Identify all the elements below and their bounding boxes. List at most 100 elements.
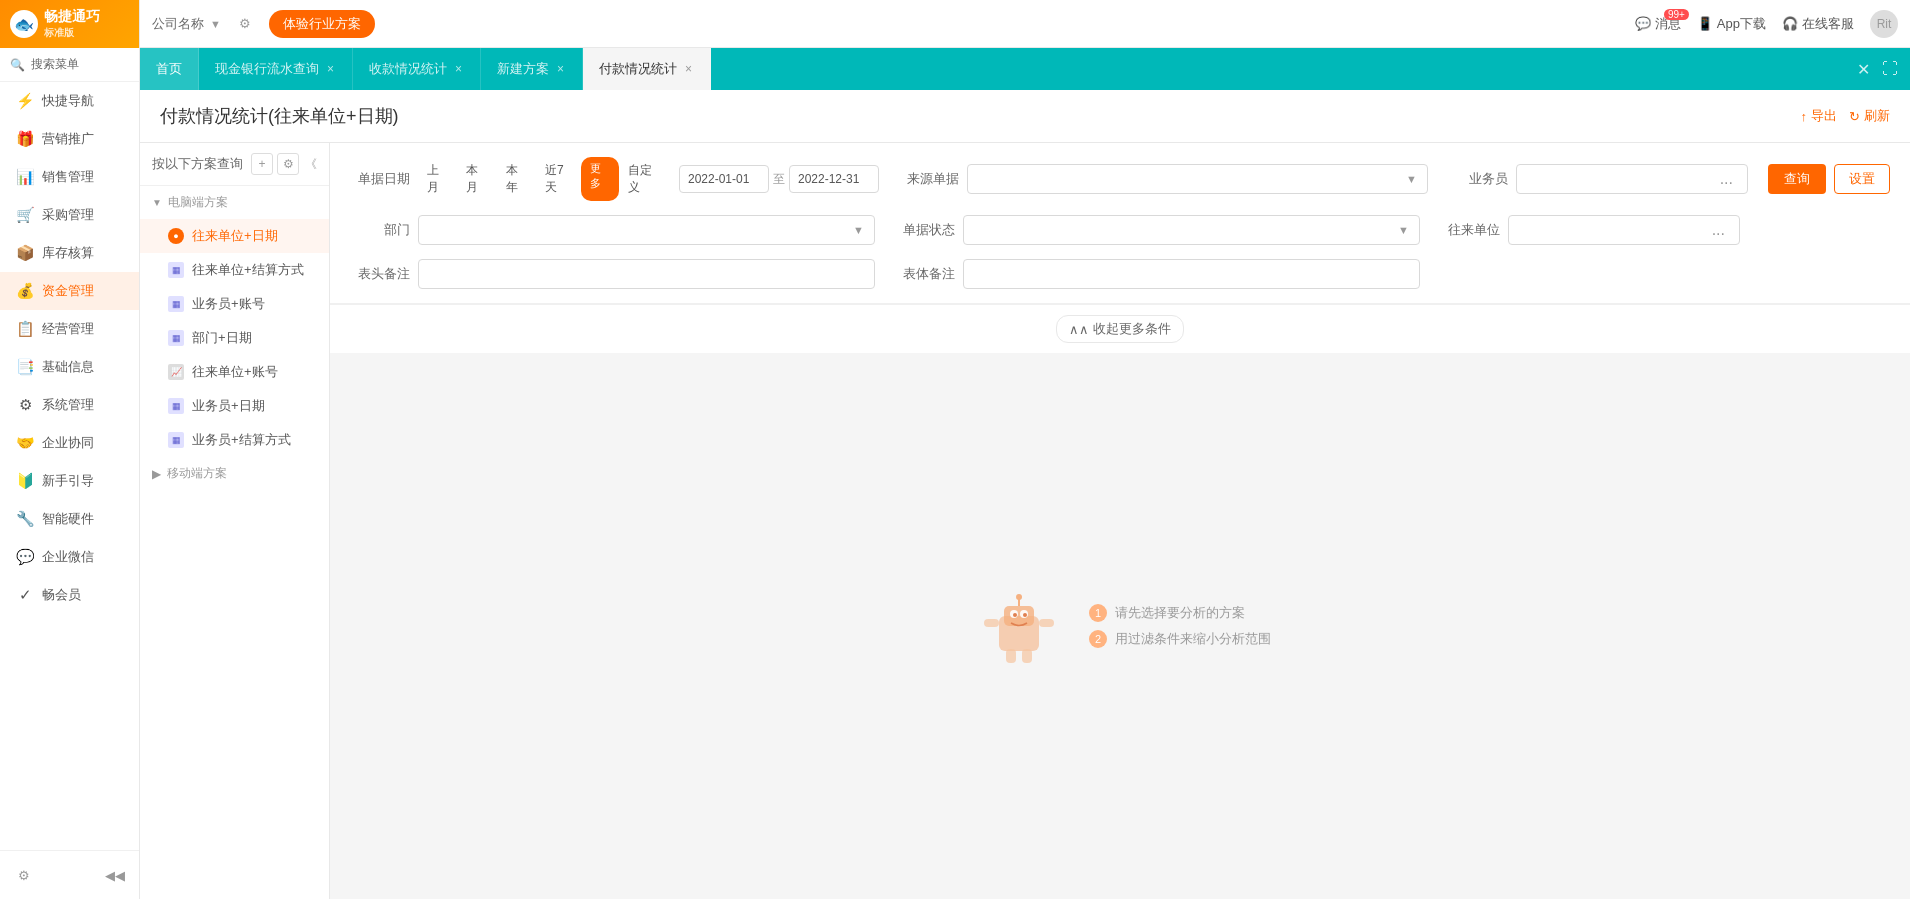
salesman-select[interactable]: ... (1516, 164, 1748, 194)
scheme-item-3[interactable]: ▦ 部门+日期 (140, 321, 329, 355)
export-btn[interactable]: ↑ 导出 (1801, 107, 1838, 125)
voucher-status-select[interactable]: ▼ (963, 215, 1420, 245)
tab-payments[interactable]: 付款情况统计 × (583, 48, 711, 90)
empty-state-line-2: 2 用过滤条件来缩小分析范围 (1089, 630, 1271, 648)
tabbar-actions: ✕ ⛶ (1845, 48, 1910, 90)
department-select[interactable]: ▼ (418, 215, 875, 245)
topbar-settings-btn[interactable]: ⚙ (231, 10, 259, 38)
filter-settings-btn[interactable]: 设置 (1834, 164, 1890, 194)
mobile-section-title[interactable]: ▶ 移动端方案 (140, 457, 329, 490)
tab-receipts[interactable]: 收款情况统计 × (353, 48, 481, 90)
date-to-input[interactable] (789, 165, 879, 193)
tab-close-bank-flow[interactable]: × (325, 60, 336, 78)
scheme-item-icon-6: ▦ (168, 432, 184, 448)
empty-state-icon (969, 576, 1069, 676)
tab-bank-flow[interactable]: 现金银行流水查询 × (199, 48, 353, 90)
date-tab-this-month[interactable]: 本月 (457, 157, 496, 201)
sidebar-item-enterprise[interactable]: 🤝 企业协同 (0, 424, 139, 462)
app-download-btn[interactable]: 📱 App下载 (1697, 15, 1766, 33)
sidebar-item-purchase[interactable]: 🛒 采购管理 (0, 196, 139, 234)
head-note-label: 表头备注 (350, 265, 410, 283)
date-tab-custom[interactable]: 自定义 (619, 157, 669, 201)
scheme-collapse-btn[interactable]: 《 (305, 156, 317, 173)
search-menu[interactable]: 🔍 搜索菜单 (0, 48, 139, 82)
salesman-ellipsis-btn[interactable]: ... (1716, 170, 1737, 188)
sidebar-item-inventory[interactable]: 📦 库存核算 (0, 234, 139, 272)
date-from-input[interactable] (679, 165, 769, 193)
collapse-conditions-btn[interactable]: ∧∧ 收起更多条件 (1056, 315, 1184, 343)
logo-icon: 🐟 (10, 10, 38, 38)
sidebar-item-marketing[interactable]: 🎁 营销推广 (0, 120, 139, 158)
online-service-btn[interactable]: 🎧 在线客服 (1782, 15, 1854, 33)
sidebar-item-quick-nav[interactable]: ⚡ 快捷导航 (0, 82, 139, 120)
collapse-sidebar-btn[interactable]: ◀◀ (101, 861, 129, 889)
tabbar: 首页 现金银行流水查询 × 收款情况统计 × 新建方案 × 付款情况统计 × ✕… (140, 48, 1910, 90)
date-tab-this-year[interactable]: 本年 (497, 157, 536, 201)
filter-area: 单据日期 上月 本月 本年 近7天 更多 自定义 (330, 143, 1910, 899)
inventory-icon: 📦 (16, 244, 34, 262)
add-scheme-btn[interactable]: + (251, 153, 273, 175)
scheme-item-1[interactable]: ▦ 往来单位+结算方式 (140, 253, 329, 287)
filter-row-3: 表头备注 表体备注 (350, 259, 1890, 289)
topbar-right: 💬 消息 99+ 📱 App下载 🎧 在线客服 Rit (1635, 10, 1898, 38)
sidebar-item-capital[interactable]: 💰 资金管理 (0, 272, 139, 310)
scheme-item-icon-2: ▦ (168, 296, 184, 312)
query-btn[interactable]: 查询 (1768, 164, 1826, 194)
date-field: 单据日期 上月 本月 本年 近7天 更多 自定义 (350, 157, 879, 201)
head-note-input[interactable] (418, 259, 875, 289)
company-selector[interactable]: 公司名称 ▼ (152, 15, 221, 33)
tab-home[interactable]: 首页 (140, 48, 199, 90)
sidebar-item-sales[interactable]: 📊 销售管理 (0, 158, 139, 196)
sidebar-item-vip[interactable]: ✓ 畅会员 (0, 576, 139, 614)
svg-point-5 (1023, 613, 1027, 617)
sidebar-item-guide[interactable]: 🔰 新手引导 (0, 462, 139, 500)
svg-rect-1 (1004, 606, 1034, 626)
scheme-desktop-section: ▼ 电脑端方案 ● 往来单位+日期 ▦ 往来单位+结算方式 ▦ 业务员+账号 (140, 186, 329, 457)
date-tabs: 上月 本月 本年 近7天 更多 自定义 (418, 157, 669, 201)
close-window-btn[interactable]: ✕ (1855, 58, 1872, 81)
sidebar-item-system[interactable]: ⚙ 系统管理 (0, 386, 139, 424)
settings-gear-btn[interactable]: ⚙ (10, 861, 38, 889)
tab-close-new-scheme[interactable]: × (555, 60, 566, 78)
sidebar: 🐟 畅捷通巧 标准版 🔍 搜索菜单 ⚡ 快捷导航 🎁 营销推广 📊 销售管理 🛒… (0, 0, 140, 899)
vip-icon: ✓ (16, 586, 34, 604)
sidebar-item-wechat[interactable]: 💬 企业微信 (0, 538, 139, 576)
scheme-item-icon-1: ▦ (168, 262, 184, 278)
sidebar-item-hardware[interactable]: 🔧 智能硬件 (0, 500, 139, 538)
tab-close-payments[interactable]: × (683, 60, 694, 78)
scheme-item-2[interactable]: ▦ 业务员+账号 (140, 287, 329, 321)
sidebar-item-basic-info[interactable]: 📑 基础信息 (0, 348, 139, 386)
svg-rect-8 (984, 619, 999, 627)
salesman-field: 业务员 ... (1448, 164, 1748, 194)
scheme-item-4[interactable]: 📈 往来单位+账号 (140, 355, 329, 389)
source-voucher-select[interactable]: ▼ (967, 164, 1428, 194)
mobile-arrow-icon: ▶ (152, 467, 161, 481)
scheme-item-6[interactable]: ▦ 业务员+结算方式 (140, 423, 329, 457)
date-tab-7days[interactable]: 近7天 (536, 157, 581, 201)
tab-new-scheme[interactable]: 新建方案 × (481, 48, 583, 90)
date-range-control: 上月 本月 本年 近7天 更多 自定义 至 (418, 157, 879, 201)
user-avatar[interactable]: Rit (1870, 10, 1898, 38)
date-tab-more[interactable]: 更多 (581, 157, 619, 201)
scheme-item-0[interactable]: ● 往来单位+日期 (140, 219, 329, 253)
sidebar-nav: ⚡ 快捷导航 🎁 营销推广 📊 销售管理 🛒 采购管理 📦 库存核算 💰 资金管… (0, 82, 139, 850)
scheme-header-actions: + ⚙ (251, 153, 299, 175)
scheme-settings-btn[interactable]: ⚙ (277, 153, 299, 175)
scheme-item-5[interactable]: ▦ 业务员+日期 (140, 389, 329, 423)
trial-industry-btn[interactable]: 体验行业方案 (269, 10, 375, 38)
scheme-item-icon-4: 📈 (168, 364, 184, 380)
sidebar-item-operations[interactable]: 📋 经营管理 (0, 310, 139, 348)
service-icon: 🎧 (1782, 16, 1798, 31)
date-label: 单据日期 (350, 170, 410, 188)
partner-select[interactable]: ... (1508, 215, 1740, 245)
desktop-section-title[interactable]: ▼ 电脑端方案 (140, 186, 329, 219)
refresh-btn[interactable]: ↻ 刷新 (1849, 107, 1890, 125)
partner-field: 往来单位 ... (1440, 215, 1740, 245)
message-btn[interactable]: 💬 消息 99+ (1635, 15, 1681, 33)
body-note-input[interactable] (963, 259, 1420, 289)
empty-state: 1 请先选择要分析的方案 2 用过滤条件来缩小分析范围 (330, 353, 1910, 899)
maximize-btn[interactable]: ⛶ (1880, 58, 1900, 80)
date-tab-last-month[interactable]: 上月 (418, 157, 457, 201)
partner-ellipsis-btn[interactable]: ... (1708, 221, 1729, 239)
tab-close-receipts[interactable]: × (453, 60, 464, 78)
